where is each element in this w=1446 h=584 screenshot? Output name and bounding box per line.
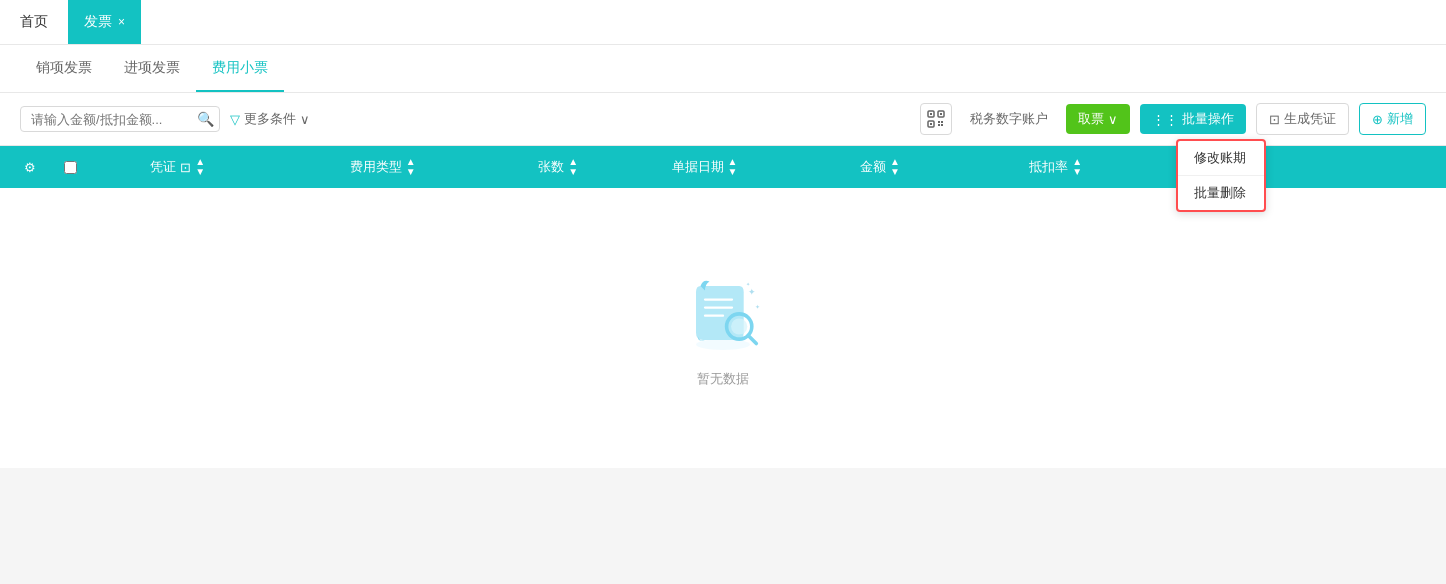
batch-op-button[interactable]: ⋮⋮ 批量操作	[1140, 104, 1246, 134]
chevron-down-icon: ∨	[300, 112, 310, 127]
search-box[interactable]: 🔍	[20, 106, 220, 132]
batch-op-dropdown: 修改账期 批量删除	[1176, 139, 1266, 212]
th-deduct-rate[interactable]: 抵扣率 ▲▼	[968, 157, 1144, 177]
filter-label: 更多条件	[244, 110, 296, 128]
empty-state: ✦ ✦ ✦ 暂无数据	[0, 188, 1446, 468]
top-nav: 首页 发票 ×	[0, 0, 1446, 45]
batch-delete-item[interactable]: 批量删除	[1178, 175, 1264, 210]
th-date-label: 单据日期	[672, 158, 724, 176]
close-icon[interactable]: ×	[118, 15, 125, 29]
svg-line-16	[748, 336, 756, 344]
invoice-tab[interactable]: 发票 ×	[68, 0, 141, 44]
gen-voucher-label: 生成凭证	[1284, 110, 1336, 128]
th-voucher-label: 凭证	[150, 158, 176, 176]
svg-rect-8	[938, 124, 940, 126]
main-content: ✦ ✦ ✦ 暂无数据	[0, 188, 1446, 468]
take-ticket-button[interactable]: 取票 ∨	[1066, 104, 1130, 134]
select-all-checkbox[interactable]	[64, 161, 77, 174]
toolbar-left: 🔍 ▽ 更多条件 ∨	[20, 106, 310, 132]
svg-rect-4	[940, 113, 942, 115]
th-count-label: 张数	[538, 158, 564, 176]
tab-purchase[interactable]: 进项发票	[108, 45, 196, 92]
search-input[interactable]	[31, 112, 191, 127]
th-voucher-icon: ⊡	[180, 160, 191, 175]
batch-op-icon: ⋮⋮	[1152, 112, 1178, 127]
svg-text:✦: ✦	[746, 281, 750, 287]
svg-point-15	[731, 318, 747, 334]
qr-code-button[interactable]	[920, 103, 952, 135]
invoice-tab-label: 发票	[84, 13, 112, 31]
th-settings[interactable]: ⚙	[10, 160, 50, 175]
th-count[interactable]: 张数 ▲▼	[500, 157, 617, 177]
search-icon: 🔍	[197, 111, 214, 127]
filter-icon: ▽	[230, 112, 240, 127]
toolbar: 🔍 ▽ 更多条件 ∨ 税务数字账户 取票	[0, 93, 1446, 146]
sort-arrows-date[interactable]: ▲▼	[728, 157, 738, 177]
th-amount[interactable]: 金额 ▲▼	[792, 157, 968, 177]
empty-icon: ✦ ✦ ✦	[678, 268, 768, 358]
add-button[interactable]: ⊕ 新增	[1359, 103, 1426, 135]
sort-arrows-voucher[interactable]: ▲▼	[195, 157, 205, 177]
svg-rect-7	[941, 121, 943, 123]
sort-arrows-expense-type[interactable]: ▲▼	[406, 157, 416, 177]
tax-account-button[interactable]: 税务数字账户	[962, 106, 1056, 132]
sort-arrows-amount[interactable]: ▲▼	[890, 157, 900, 177]
th-expense-type[interactable]: 费用类型 ▲▼	[266, 157, 500, 177]
svg-rect-5	[930, 123, 932, 125]
svg-rect-9	[941, 124, 943, 126]
svg-text:✦: ✦	[755, 303, 760, 310]
gen-voucher-button[interactable]: ⊡ 生成凭证	[1256, 103, 1349, 135]
svg-point-10	[696, 339, 750, 350]
add-label: 新增	[1387, 110, 1413, 128]
th-checkbox[interactable]	[50, 161, 90, 174]
th-voucher[interactable]: 凭证 ⊡ ▲▼	[90, 157, 266, 177]
sort-arrows-count[interactable]: ▲▼	[568, 157, 578, 177]
modify-period-item[interactable]: 修改账期	[1178, 141, 1264, 175]
gen-voucher-icon: ⊡	[1269, 112, 1280, 127]
th-expense-type-label: 费用类型	[350, 158, 402, 176]
toolbar-right: 税务数字账户 取票 ∨ ⋮⋮ 批量操作 ⊡ 生成凭证 ⊕ 新增 修改账期 批量删…	[920, 103, 1426, 135]
sub-tabs: 销项发票 进项发票 费用小票	[0, 45, 1446, 93]
th-date[interactable]: 单据日期 ▲▼	[617, 157, 793, 177]
take-ticket-label: 取票	[1078, 110, 1104, 128]
filter-button[interactable]: ▽ 更多条件 ∨	[230, 110, 310, 128]
svg-text:✦: ✦	[748, 287, 756, 297]
add-icon: ⊕	[1372, 112, 1383, 127]
settings-icon: ⚙	[24, 160, 36, 175]
take-ticket-chevron-icon: ∨	[1108, 112, 1118, 127]
svg-rect-6	[938, 121, 940, 123]
nav-home[interactable]: 首页	[0, 0, 68, 44]
th-deduct-rate-label: 抵扣率	[1029, 158, 1068, 176]
empty-text: 暂无数据	[697, 370, 749, 388]
th-amount-label: 金额	[860, 158, 886, 176]
tab-sales[interactable]: 销项发票	[20, 45, 108, 92]
qr-icon	[927, 110, 945, 128]
svg-rect-3	[930, 113, 932, 115]
tab-expense[interactable]: 费用小票	[196, 45, 284, 92]
batch-op-label: 批量操作	[1182, 110, 1234, 128]
sort-arrows-deduct-rate[interactable]: ▲▼	[1072, 157, 1082, 177]
